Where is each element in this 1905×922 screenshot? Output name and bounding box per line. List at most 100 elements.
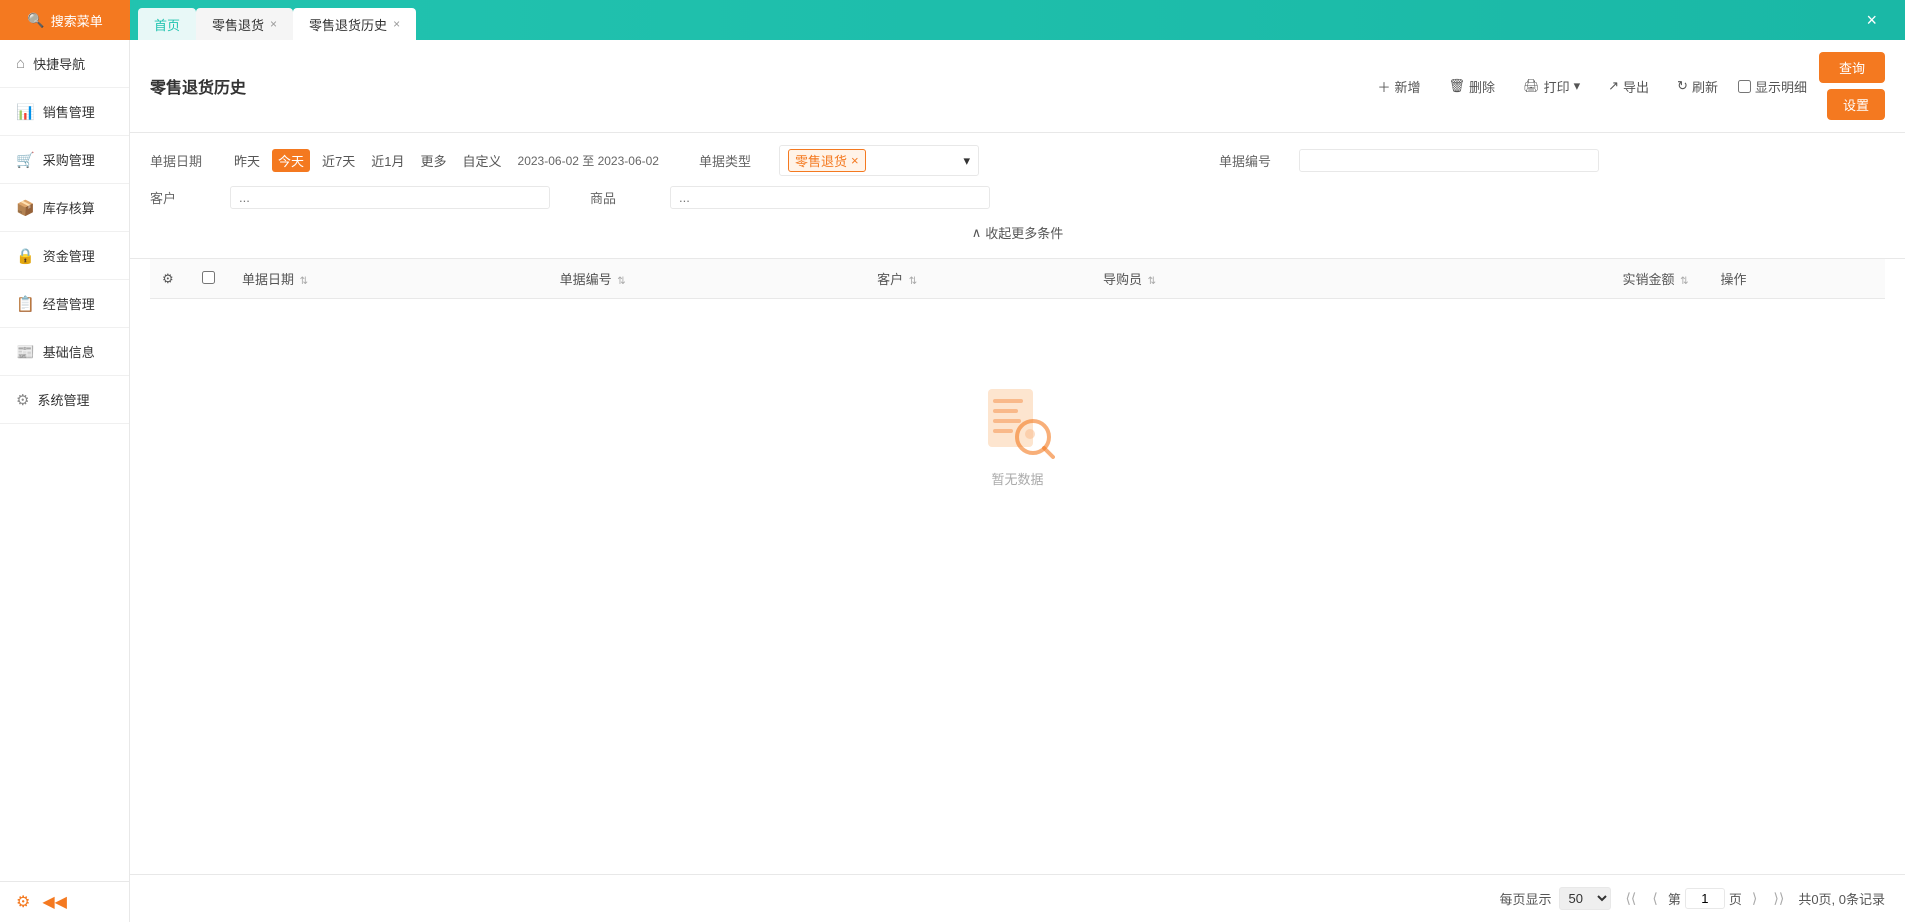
sidebar-item-finance[interactable]: 🔒 资金管理: [0, 232, 129, 280]
col-amount-label: 实销金额: [1623, 272, 1675, 287]
export-icon: ↗: [1608, 78, 1619, 94]
new-button[interactable]: ＋ 新增: [1370, 73, 1429, 100]
empty-state: 暂无数据: [150, 299, 1885, 568]
table-col-guide[interactable]: 导购员 ⇅: [1091, 259, 1363, 299]
col-amount-sort-icon: ⇅: [1680, 276, 1688, 287]
search-menu-area[interactable]: 🔍 搜索菜单: [0, 0, 130, 40]
per-page-label: 每页显示: [1499, 889, 1551, 908]
tab-retail-return[interactable]: 零售退货 ×: [196, 8, 293, 40]
refresh-button[interactable]: ↻ 刷新: [1669, 73, 1726, 100]
table-col-amount[interactable]: 实销金额 ⇅: [1363, 259, 1709, 299]
per-page-select[interactable]: 50 100 200: [1559, 887, 1611, 910]
table-col-number[interactable]: 单据编号 ⇅: [548, 259, 866, 299]
tab-retail-return-history[interactable]: 零售退货历史 ×: [293, 8, 416, 40]
delete-button[interactable]: 🗑 删除: [1441, 73, 1504, 100]
table-col-customer[interactable]: 客户 ⇅: [865, 259, 1091, 299]
filter-row-1: 单据日期 昨天 今天 近7天 近1月 更多 自定义 2023-06-02 至 2…: [150, 145, 1885, 176]
sidebar-item-sales[interactable]: 📊 销售管理: [0, 88, 129, 136]
date-btn-1month[interactable]: 近1月: [367, 149, 408, 172]
number-filter-input[interactable]: [1299, 149, 1599, 172]
query-button[interactable]: 查询: [1819, 52, 1885, 83]
close-window-button[interactable]: ×: [1854, 10, 1889, 30]
page-header: 零售退货历史 ＋ 新增 🗑 删除 🖨 打印 ▾ ↗ 导出: [130, 40, 1905, 133]
type-filter-label: 单据类型: [699, 151, 779, 170]
settings-gear-icon[interactable]: ⚙: [16, 892, 30, 912]
date-btn-yesterday[interactable]: 昨天: [230, 149, 264, 172]
sidebar-item-purchase[interactable]: 🛒 采购管理: [0, 136, 129, 184]
sidebar-item-basic-info[interactable]: 📰 基础信息: [0, 328, 129, 376]
table-col-date[interactable]: 单据日期 ⇅: [230, 259, 548, 299]
date-filter-label: 单据日期: [150, 151, 230, 170]
collapse-icon: ∧: [972, 225, 982, 241]
query-settings-group: 查询 设置: [1819, 52, 1885, 120]
basic-info-icon: 📰: [16, 343, 35, 361]
date-range-display: 2023-06-02 至 2023-06-02: [518, 152, 659, 169]
pagination-bar: 每页显示 50 100 200 ⟨⟨ ⟨ 第 1 页 ⟩ ⟩⟩ 共0页, 0条记…: [130, 874, 1905, 922]
tab-home[interactable]: 首页: [138, 8, 196, 40]
audio-icon[interactable]: ◀◀: [42, 892, 67, 912]
col-customer-sort-icon: ⇅: [909, 276, 917, 287]
header-actions: ＋ 新增 🗑 删除 🖨 打印 ▾ ↗ 导出 ↻ 刷新: [1370, 52, 1886, 120]
tab-home-label: 首页: [154, 15, 180, 34]
new-icon: ＋: [1378, 77, 1391, 96]
home-icon: ⌂: [16, 55, 25, 72]
show-detail-checkbox-label[interactable]: 显示明细: [1738, 77, 1807, 96]
sidebar-item-quick-nav[interactable]: ⌂ 快捷导航: [0, 40, 129, 88]
date-filter-options: 昨天 今天 近7天 近1月 更多 自定义 2023-06-02 至 2023-0…: [230, 149, 659, 172]
sidebar-item-system[interactable]: ⚙ 系统管理: [0, 376, 129, 424]
page-first-button[interactable]: ⟨⟨: [1619, 888, 1642, 909]
col-date-sort-icon: ⇅: [300, 276, 308, 287]
page-last-button[interactable]: ⟩⟩: [1767, 888, 1790, 909]
delete-label: 删除: [1469, 77, 1495, 96]
table-col-settings[interactable]: ⚙: [150, 259, 190, 299]
sidebar-bottom: ⚙ ◀◀: [0, 881, 129, 922]
sidebar-label-inventory: 库存核算: [43, 198, 95, 217]
date-btn-custom[interactable]: 自定义: [459, 149, 506, 172]
sidebar-item-inventory[interactable]: 📦 库存核算: [0, 184, 129, 232]
filter-settings-button[interactable]: 设置: [1827, 89, 1885, 120]
empty-illustration: [973, 379, 1063, 469]
table-col-actions: 操作: [1709, 259, 1885, 299]
refresh-label: 刷新: [1692, 77, 1718, 96]
filter-area: 单据日期 昨天 今天 近7天 近1月 更多 自定义 2023-06-02 至 2…: [130, 133, 1905, 259]
show-detail-checkbox[interactable]: [1738, 80, 1751, 93]
tab-retail-return-label: 零售退货: [212, 15, 264, 34]
type-select-dropdown[interactable]: 零售退货 × ▾: [779, 145, 979, 176]
customer-filter-label: 客户: [150, 188, 230, 207]
print-button[interactable]: 🖨 打印 ▾: [1515, 73, 1588, 100]
window-close-area: ×: [1854, 10, 1889, 31]
page-total-info: 共0页, 0条记录: [1798, 889, 1885, 908]
sidebar-item-operations[interactable]: 📋 经营管理: [0, 280, 129, 328]
sidebar-label-finance: 资金管理: [43, 246, 95, 265]
goods-filter-input[interactable]: [670, 186, 990, 209]
export-label: 导出: [1623, 77, 1649, 96]
type-tag-value: 零售退货: [795, 151, 847, 170]
type-filter-wrapper: 零售退货 × ▾: [779, 145, 1179, 176]
tab-retail-return-history-close[interactable]: ×: [393, 17, 400, 31]
sidebar-label-sales: 销售管理: [43, 102, 95, 121]
tab-retail-return-close[interactable]: ×: [270, 17, 277, 31]
page-nav: ⟨⟨ ⟨ 第 1 页 ⟩ ⟩⟩: [1619, 888, 1790, 909]
sidebar-label-operations: 经营管理: [43, 294, 95, 313]
customer-filter-input[interactable]: [230, 186, 550, 209]
date-btn-more[interactable]: 更多: [417, 149, 451, 172]
page-prev-button[interactable]: ⟨: [1646, 888, 1663, 909]
col-actions-label: 操作: [1721, 272, 1747, 287]
date-btn-today[interactable]: 今天: [272, 149, 310, 172]
type-filter-tag: 零售退货 ×: [788, 149, 866, 172]
operations-icon: 📋: [16, 295, 35, 313]
tab-retail-return-history-label: 零售退货历史: [309, 15, 387, 34]
date-btn-7days[interactable]: 近7天: [318, 149, 359, 172]
refresh-icon: ↻: [1677, 78, 1688, 94]
table-col-checkbox[interactable]: [190, 259, 230, 299]
search-icon: 🔍: [27, 12, 44, 29]
type-tag-close[interactable]: ×: [851, 153, 859, 168]
sidebar-label-purchase: 采购管理: [43, 150, 95, 169]
export-button[interactable]: ↗ 导出: [1600, 73, 1657, 100]
collapse-filter-button[interactable]: ∧ 收起更多条件: [960, 219, 1076, 246]
page-next-button[interactable]: ⟩: [1746, 888, 1763, 909]
print-dropdown-icon: ▾: [1574, 78, 1581, 94]
tabs-area: 首页 零售退货 × 零售退货历史 ×: [130, 0, 1854, 40]
page-number-input[interactable]: 1: [1685, 888, 1725, 909]
select-all-checkbox[interactable]: [202, 271, 215, 284]
